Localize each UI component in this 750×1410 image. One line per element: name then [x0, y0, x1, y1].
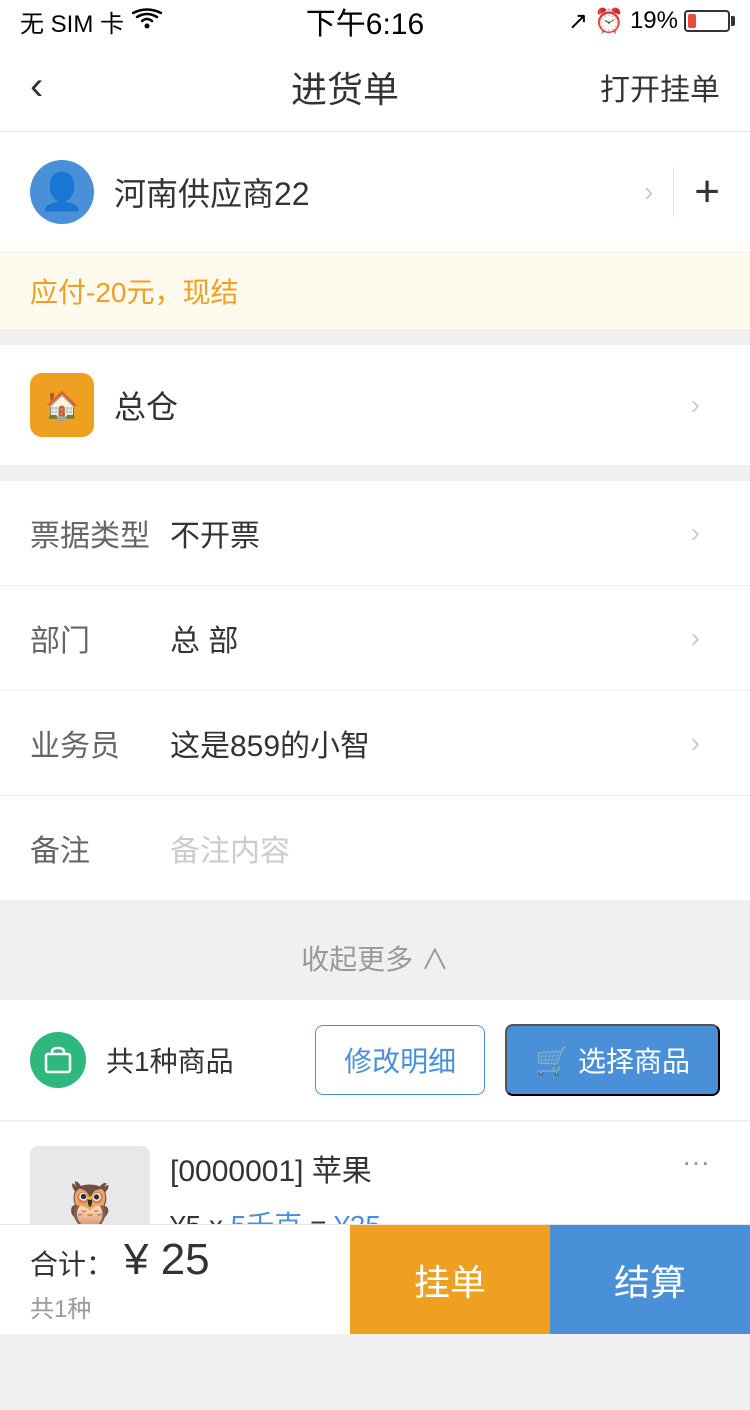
- add-button[interactable]: +: [673, 167, 720, 217]
- product-count-label: 共1种商品: [106, 1040, 295, 1080]
- alarm-icon: ⏰: [594, 7, 624, 36]
- remark-input[interactable]: 备注内容: [170, 826, 720, 870]
- department-value: 总 部: [170, 616, 691, 660]
- ticket-type-value: 不开票: [170, 511, 691, 555]
- battery-percent: 19%: [630, 7, 678, 35]
- department-label: 部门: [30, 616, 170, 660]
- open-pending-button[interactable]: 打开挂单: [600, 65, 720, 109]
- status-bar: 无 SIM 卡 下午6:16 ↗ ⏰ 19%: [0, 0, 750, 42]
- chevron-right-icon: ›: [691, 389, 700, 421]
- select-product-button[interactable]: 🛒 选择商品: [505, 1024, 720, 1096]
- main-content: 👤 河南供应商22 › + 应付-20元，现结 🏠 总仓 › 票据类型 不开票 …: [0, 132, 750, 1410]
- remark-label: 备注: [30, 826, 170, 870]
- warehouse-name: 总仓: [114, 382, 691, 428]
- product-header: 共1种商品 修改明细 🛒 选择商品: [0, 1000, 750, 1120]
- battery-icon: [684, 10, 730, 32]
- status-time: 下午6:16: [306, 0, 424, 43]
- warehouse-icon-wrap: 🏠: [30, 373, 94, 437]
- notice-bar: 应付-20元，现结: [0, 253, 750, 329]
- chevron-right-icon: ›: [644, 176, 653, 208]
- sales-rep-label: 业务员: [30, 721, 170, 765]
- department-row[interactable]: 部门 总 部 ›: [0, 586, 750, 691]
- collapse-bar[interactable]: 收起更多 ∧: [0, 916, 750, 1000]
- warehouse-section: 🏠 总仓 ›: [0, 345, 750, 465]
- product-count-icon: [30, 1032, 86, 1088]
- checkout-button[interactable]: 结算: [550, 1225, 750, 1334]
- supplier-row[interactable]: 👤 河南供应商22 › +: [0, 132, 750, 253]
- warehouse-row[interactable]: 🏠 总仓 ›: [0, 345, 750, 465]
- total-section: 合计： ¥ 25 共1种: [0, 1225, 350, 1334]
- user-icon: 👤: [40, 171, 85, 213]
- bottom-bar: 合计： ¥ 25 共1种 挂单 结算: [0, 1224, 750, 1334]
- product-more-button[interactable]: ···: [672, 1146, 720, 1178]
- sales-rep-row[interactable]: 业务员 这是859的小智 ›: [0, 691, 750, 796]
- warehouse-icon: 🏠: [45, 389, 80, 422]
- form-section: 票据类型 不开票 › 部门 总 部 › 业务员 这是859的小智 › 备注 备注…: [0, 481, 750, 900]
- status-left: 无 SIM 卡: [20, 4, 162, 39]
- suspend-button[interactable]: 挂单: [350, 1225, 550, 1334]
- remark-row[interactable]: 备注 备注内容: [0, 796, 750, 900]
- status-right: ↗ ⏰ 19%: [568, 7, 730, 36]
- total-label: 合计：: [30, 1243, 114, 1283]
- wifi-icon: [132, 7, 162, 36]
- nav-bar: ‹ 进货单 打开挂单: [0, 42, 750, 132]
- carrier-text: 无 SIM 卡: [20, 4, 124, 39]
- back-button[interactable]: ‹: [30, 64, 90, 109]
- notice-text: 应付-20元，现结: [30, 277, 238, 308]
- page-title: 进货单: [291, 61, 399, 113]
- select-product-icon: 🛒: [535, 1044, 570, 1077]
- supplier-name: 河南供应商22: [114, 169, 644, 215]
- sales-rep-value: 这是859的小智: [170, 721, 691, 765]
- edit-detail-button[interactable]: 修改明细: [315, 1025, 485, 1095]
- product-name: [0000001] 苹果: [170, 1146, 652, 1190]
- avatar: 👤: [30, 160, 94, 224]
- collapse-label: 收起更多 ∧: [301, 944, 449, 975]
- ticket-type-row[interactable]: 票据类型 不开票 ›: [0, 481, 750, 586]
- chevron-right-icon: ›: [691, 727, 700, 759]
- ticket-type-label: 票据类型: [30, 511, 170, 555]
- location-icon: ↗: [568, 7, 588, 36]
- select-product-label: 选择商品: [578, 1040, 690, 1080]
- total-sub: 共1种: [30, 1289, 320, 1324]
- supplier-section: 👤 河南供应商22 › + 应付-20元，现结: [0, 132, 750, 329]
- chevron-right-icon: ›: [691, 517, 700, 549]
- chevron-right-icon: ›: [691, 622, 700, 654]
- total-amount: ¥ 25: [124, 1235, 210, 1285]
